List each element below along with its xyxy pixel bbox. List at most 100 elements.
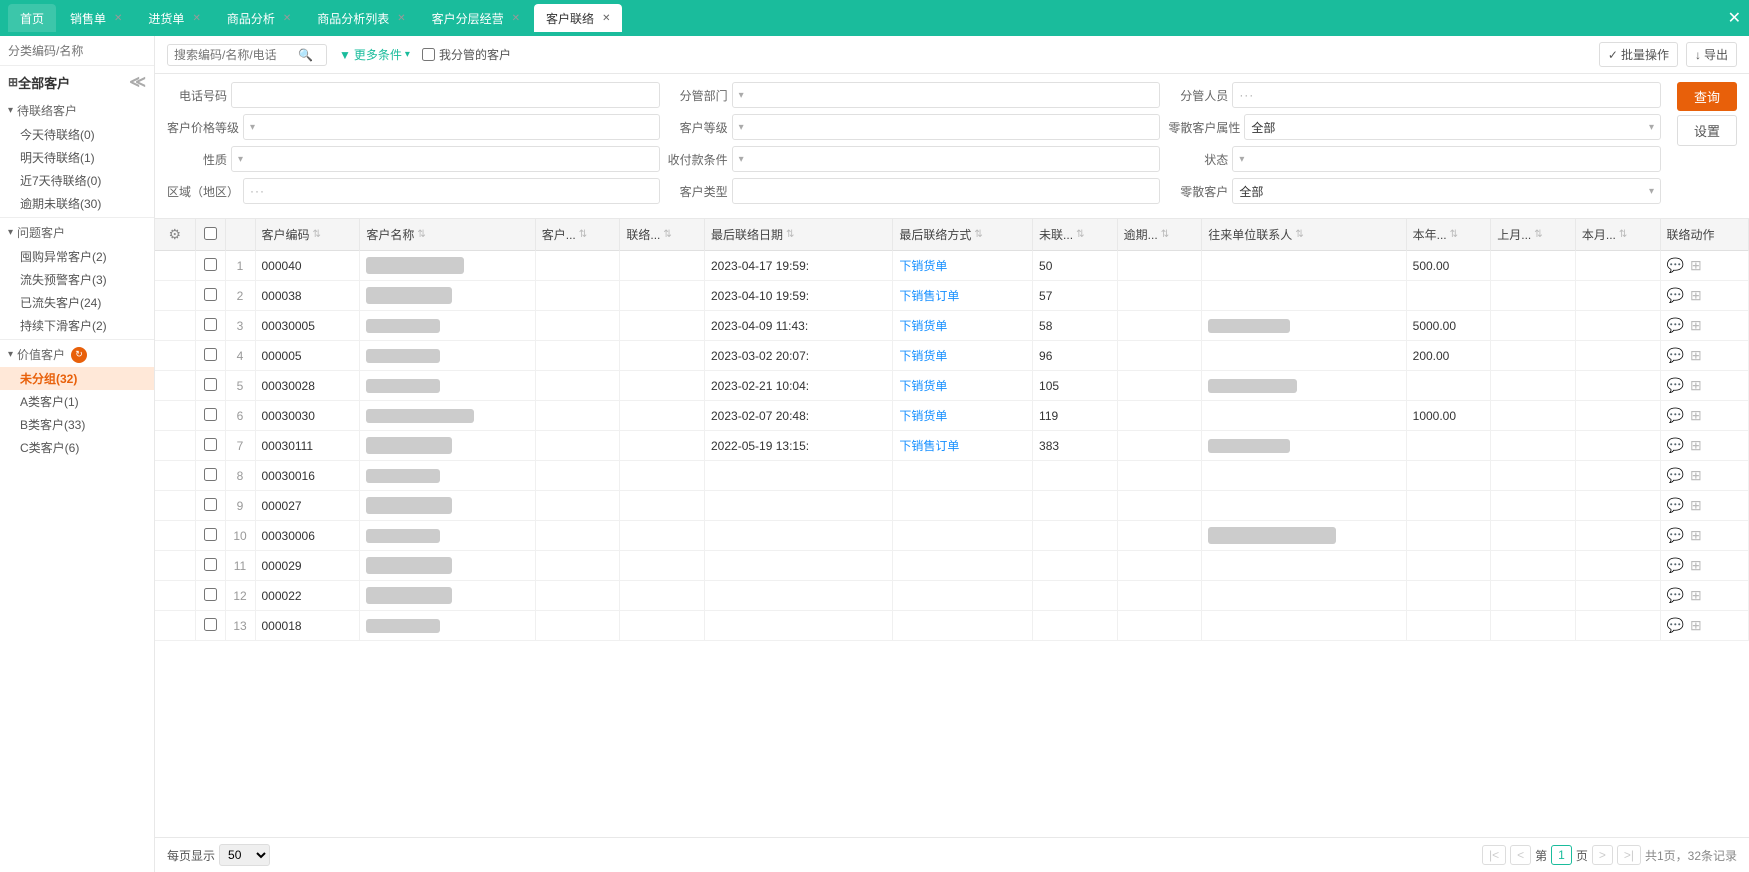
sidebar-group-problem[interactable]: ▾ 问题客户 bbox=[0, 220, 154, 245]
sidebar-item-b-class[interactable]: B类客户(33) bbox=[0, 413, 154, 436]
overdue-col-header[interactable]: 逾期... ⇅ bbox=[1117, 219, 1202, 251]
checkbox-cell[interactable] bbox=[195, 311, 225, 341]
last-month-col-header[interactable]: 上月... ⇅ bbox=[1491, 219, 1576, 251]
grid-action-icon[interactable]: ⊞ bbox=[1690, 497, 1702, 514]
filter-retail-attr-input[interactable]: 全部 ▾ bbox=[1244, 114, 1661, 140]
grid-action-icon[interactable]: ⊞ bbox=[1690, 557, 1702, 574]
sort-last-month-icon[interactable]: ⇅ bbox=[1534, 229, 1542, 240]
filter-customer-type-input[interactable] bbox=[732, 178, 1161, 204]
checkbox-cell[interactable] bbox=[195, 281, 225, 311]
export-btn[interactable]: ↓ 导出 bbox=[1686, 42, 1737, 67]
sidebar-search-input[interactable] bbox=[8, 44, 155, 58]
message-action-icon[interactable]: 💬 bbox=[1667, 287, 1684, 304]
tab-customer-layer-close[interactable]: ✕ bbox=[512, 13, 520, 24]
sort-unit-icon[interactable]: ⇅ bbox=[1295, 229, 1303, 240]
last-page-btn[interactable]: >| bbox=[1617, 845, 1641, 865]
sidebar-item-tomorrow[interactable]: 明天待联络(1) bbox=[0, 146, 154, 169]
checkbox-cell[interactable] bbox=[195, 371, 225, 401]
checkbox-cell[interactable] bbox=[195, 431, 225, 461]
contact-method-link[interactable]: 下销售订单 bbox=[899, 439, 959, 453]
sidebar-item-abnormal[interactable]: 囤购异常客户(2) bbox=[0, 245, 154, 268]
row-checkbox[interactable] bbox=[204, 528, 217, 541]
message-action-icon[interactable]: 💬 bbox=[1667, 527, 1684, 544]
message-action-icon[interactable]: 💬 bbox=[1667, 407, 1684, 424]
tab-customer-contact-close[interactable]: ✕ bbox=[602, 13, 610, 24]
message-action-icon[interactable]: 💬 bbox=[1667, 347, 1684, 364]
sidebar-item-overdue[interactable]: 逾期未联络(30) bbox=[0, 192, 154, 215]
checkbox-cell[interactable] bbox=[195, 491, 225, 521]
tab-sales-close[interactable]: ✕ bbox=[114, 13, 122, 24]
code-col-header[interactable]: 客户编码 ⇅ bbox=[255, 219, 360, 251]
sort-overdue-icon[interactable]: ⇅ bbox=[1161, 229, 1169, 240]
row-checkbox[interactable] bbox=[204, 318, 217, 331]
sort-name-icon[interactable]: ⇅ bbox=[417, 229, 425, 240]
my-customers-checkbox-container[interactable]: 我分管的客户 bbox=[422, 46, 511, 63]
batch-operations-btn[interactable]: ✓ 批量操作 bbox=[1599, 42, 1678, 67]
grid-action-icon[interactable]: ⊞ bbox=[1690, 467, 1702, 484]
select-all-checkbox[interactable] bbox=[204, 227, 217, 240]
contact-method-link[interactable]: 下销货单 bbox=[899, 349, 947, 363]
checkbox-cell[interactable] bbox=[195, 521, 225, 551]
row-checkbox[interactable] bbox=[204, 558, 217, 571]
filter-search-box[interactable]: 🔍 bbox=[167, 44, 327, 66]
filter-more-btn[interactable]: ▼ 更多条件 ▾ bbox=[339, 46, 410, 63]
grid-action-icon[interactable]: ⊞ bbox=[1690, 437, 1702, 454]
sort-contact-icon[interactable]: ⇅ bbox=[663, 229, 671, 240]
tab-home[interactable]: 首页 bbox=[8, 4, 56, 32]
sidebar-item-churn-warning[interactable]: 流失预警客户(3) bbox=[0, 268, 154, 291]
sort-date-icon[interactable]: ⇅ bbox=[786, 229, 794, 240]
contact-method-link[interactable]: 下销货单 bbox=[899, 319, 947, 333]
filter-search-input[interactable] bbox=[174, 48, 294, 62]
sort-category-icon[interactable]: ⇅ bbox=[579, 229, 587, 240]
filter-region-input[interactable]: ··· bbox=[243, 178, 660, 204]
contact-method-link[interactable]: 下销货单 bbox=[899, 259, 947, 273]
message-action-icon[interactable]: 💬 bbox=[1667, 587, 1684, 604]
tab-product-analysis-close[interactable]: ✕ bbox=[283, 13, 291, 24]
message-action-icon[interactable]: 💬 bbox=[1667, 617, 1684, 634]
filter-phone-input[interactable] bbox=[231, 82, 660, 108]
next-page-btn[interactable]: > bbox=[1592, 845, 1613, 865]
grid-action-icon[interactable]: ⊞ bbox=[1690, 347, 1702, 364]
prev-page-btn[interactable]: < bbox=[1510, 845, 1531, 865]
row-checkbox[interactable] bbox=[204, 498, 217, 511]
grid-action-icon[interactable]: ⊞ bbox=[1690, 527, 1702, 544]
message-action-icon[interactable]: 💬 bbox=[1667, 467, 1684, 484]
filter-price-level-input[interactable]: ▾ bbox=[243, 114, 660, 140]
sidebar-item-c-class[interactable]: C类客户(6) bbox=[0, 436, 154, 459]
settings-col-header[interactable]: ⚙ bbox=[155, 219, 195, 251]
checkbox-cell[interactable] bbox=[195, 611, 225, 641]
row-checkbox[interactable] bbox=[204, 618, 217, 631]
sidebar-group-pending[interactable]: ▾ 待联络客户 bbox=[0, 98, 154, 123]
message-action-icon[interactable]: 💬 bbox=[1667, 557, 1684, 574]
unit-contact-col-header[interactable]: 往来单位联系人 ⇅ bbox=[1202, 219, 1406, 251]
last-contact-date-col-header[interactable]: 最后联络日期 ⇅ bbox=[705, 219, 893, 251]
contact-method-link[interactable]: 下销货单 bbox=[899, 379, 947, 393]
per-page-select[interactable]: 50 20 100 bbox=[219, 844, 270, 866]
filter-staff-input[interactable]: ··· bbox=[1232, 82, 1661, 108]
grid-action-icon[interactable]: ⊞ bbox=[1690, 257, 1702, 274]
row-checkbox[interactable] bbox=[204, 468, 217, 481]
first-page-btn[interactable]: |< bbox=[1482, 845, 1506, 865]
row-checkbox[interactable] bbox=[204, 288, 217, 301]
tab-product-analysis[interactable]: 商品分析 ✕ bbox=[215, 4, 303, 32]
tab-product-analysis-list-close[interactable]: ✕ bbox=[397, 13, 405, 24]
row-checkbox[interactable] bbox=[204, 438, 217, 451]
reset-button[interactable]: 设置 bbox=[1677, 115, 1737, 146]
sort-this-month-icon[interactable]: ⇅ bbox=[1619, 229, 1627, 240]
this-month-col-header[interactable]: 本月... ⇅ bbox=[1575, 219, 1660, 251]
sidebar-item-declining[interactable]: 持续下滑客户(2) bbox=[0, 314, 154, 337]
sidebar-item-7days[interactable]: 近7天待联络(0) bbox=[0, 169, 154, 192]
name-col-header[interactable]: 客户名称 ⇅ bbox=[360, 219, 535, 251]
tab-product-analysis-list[interactable]: 商品分析列表 ✕ bbox=[305, 4, 417, 32]
filter-search-icon[interactable]: 🔍 bbox=[298, 48, 313, 62]
page-current[interactable]: 1 bbox=[1551, 845, 1572, 865]
checkbox-cell[interactable] bbox=[195, 251, 225, 281]
filter-dept-input[interactable]: ▾ bbox=[732, 82, 1161, 108]
row-checkbox[interactable] bbox=[204, 258, 217, 271]
contact-method-link[interactable]: 下销货单 bbox=[899, 409, 947, 423]
sidebar-item-lost[interactable]: 已流失客户(24) bbox=[0, 291, 154, 314]
filter-status-input[interactable]: ▾ bbox=[1232, 146, 1661, 172]
sidebar-item-a-class[interactable]: A类客户(1) bbox=[0, 390, 154, 413]
grid-action-icon[interactable]: ⊞ bbox=[1690, 617, 1702, 634]
my-customers-checkbox[interactable] bbox=[422, 48, 435, 61]
